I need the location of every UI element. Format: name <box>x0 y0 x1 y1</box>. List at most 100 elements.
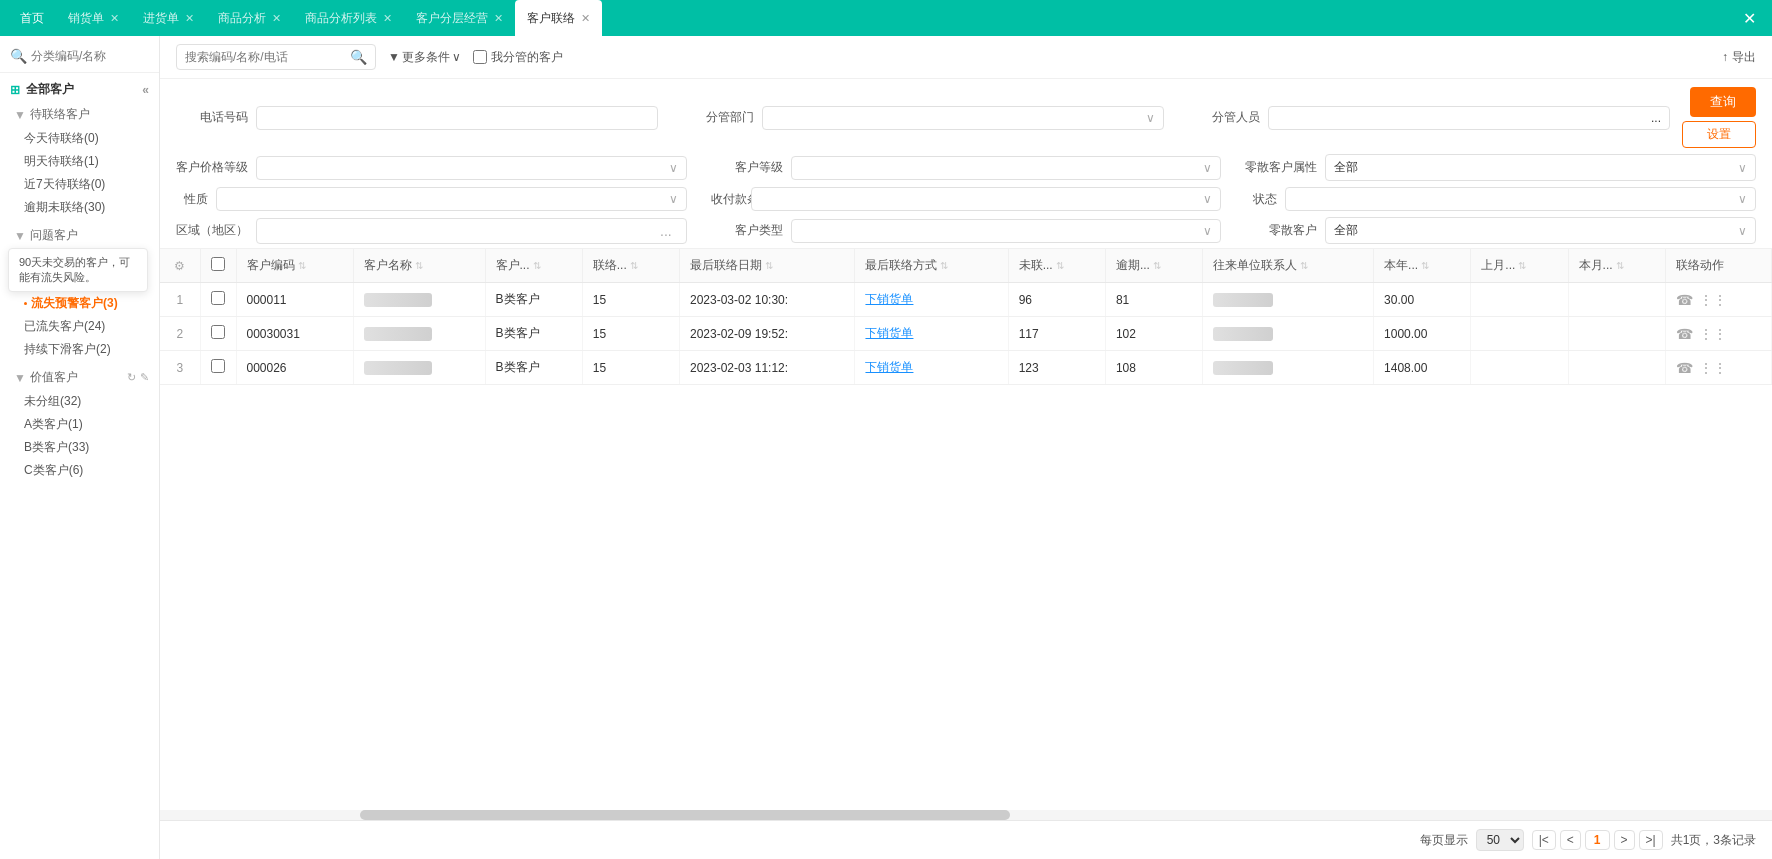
edit-icon[interactable]: ✎ <box>140 371 149 384</box>
sidebar-item-tomorrow-pending[interactable]: 明天待联络(1) <box>0 150 159 173</box>
sidebar-collapse-icon[interactable]: « <box>142 83 149 97</box>
sidebar-item-c-class[interactable]: C类客户(6) <box>0 459 159 482</box>
sidebar-item-today-pending[interactable]: 今天待联络(0) <box>0 127 159 150</box>
tab-product-list[interactable]: 商品分析列表 ✕ <box>293 0 404 36</box>
sort-contact[interactable]: 联络... ⇅ <box>593 257 669 274</box>
tab-customer-contact-close[interactable]: ✕ <box>581 12 590 25</box>
filter-customer-type-select[interactable]: ∨ <box>791 219 1222 243</box>
customer-type-dropdown-icon: ∨ <box>1203 224 1212 238</box>
horizontal-scrollbar[interactable] <box>160 810 1772 820</box>
sidebar-item-declining[interactable]: 持续下滑客户(2) <box>0 338 159 361</box>
sort-overdue[interactable]: 逾期... ⇅ <box>1116 257 1192 274</box>
tab-sales-close[interactable]: ✕ <box>110 12 119 25</box>
filter-search-icon[interactable]: 🔍 <box>350 49 367 65</box>
filter-dept-select[interactable]: ∨ <box>762 106 1164 130</box>
sort-unlink-days[interactable]: 未联... ⇅ <box>1019 257 1095 274</box>
action-icons-1: ☎ ⋮⋮ <box>1676 292 1761 308</box>
sidebar-item-a-class[interactable]: A类客户(1) <box>0 413 159 436</box>
row-method-link-2[interactable]: 下销货单 <box>865 326 913 340</box>
contact-icon-3[interactable]: ☎ <box>1676 360 1693 376</box>
tab-customer-layer[interactable]: 客户分层经营 ✕ <box>404 0 515 36</box>
filter-area-select[interactable]: ... <box>256 218 687 244</box>
prev-page-button[interactable]: < <box>1560 830 1581 850</box>
filter-nature-select[interactable]: ∨ <box>216 187 687 211</box>
export-button[interactable]: ↑ 导出 <box>1722 49 1756 66</box>
more-action-icon-2[interactable]: ⋮⋮ <box>1699 326 1727 342</box>
price-level-dropdown-icon: ∨ <box>669 161 678 175</box>
query-button[interactable]: 查询 <box>1690 87 1756 117</box>
row-checkbox-1[interactable] <box>211 291 225 305</box>
row-actions-1: ☎ ⋮⋮ <box>1665 283 1771 317</box>
tab-customer-contact[interactable]: 客户联络 ✕ <box>515 0 602 36</box>
filter-payment-field: 收付款条件 ∨ <box>711 187 1222 211</box>
page-size-select[interactable]: 50 <box>1476 829 1524 851</box>
area-dots[interactable]: ... <box>654 223 678 239</box>
sidebar-item-b-class[interactable]: B类客户(33) <box>0 436 159 459</box>
sort-last-month[interactable]: 上月... ⇅ <box>1481 257 1557 274</box>
filter-price-level-select[interactable]: ∨ <box>256 156 687 180</box>
tab-sales[interactable]: 销货单 ✕ <box>56 0 131 36</box>
sidebar-group-value-label[interactable]: ▼ 价值客户 ↻ ✎ <box>0 365 159 390</box>
sort-customer-name[interactable]: 客户名称 ⇅ <box>364 257 474 274</box>
sidebar-search-input[interactable] <box>31 49 160 63</box>
sort-contact-person[interactable]: 往来单位联系人 ⇅ <box>1213 257 1363 274</box>
next-page-button[interactable]: > <box>1614 830 1635 850</box>
contact-icon-1[interactable]: ☎ <box>1676 292 1693 308</box>
gear-settings-icon[interactable]: ⚙ <box>170 259 189 273</box>
filter-person-select[interactable]: ... <box>1268 106 1670 130</box>
sidebar-item-overdue-pending[interactable]: 逾期未联络(30) <box>0 196 159 219</box>
filter-payment-select[interactable]: ∨ <box>751 187 1222 211</box>
tab-customer-layer-close[interactable]: ✕ <box>494 12 503 25</box>
window-close-button[interactable]: ✕ <box>1735 9 1764 28</box>
filter-zero-customer-select[interactable]: 全部 ∨ <box>1325 217 1756 244</box>
sort-this-month[interactable]: 本月... ⇅ <box>1579 257 1655 274</box>
settings-button[interactable]: 设置 <box>1682 121 1756 148</box>
filter-customer-level-select[interactable]: ∨ <box>791 156 1222 180</box>
sidebar-item-ungroups[interactable]: 未分组(32) <box>0 390 159 413</box>
sidebar-group-pending-label[interactable]: ▼ 待联络客户 <box>0 102 159 127</box>
tab-purchase-close[interactable]: ✕ <box>185 12 194 25</box>
scrollbar-thumb[interactable] <box>360 810 1010 820</box>
zero-attr-value: 全部 <box>1334 159 1358 176</box>
tab-purchase[interactable]: 进货单 ✕ <box>131 0 206 36</box>
sort-last-contact-method[interactable]: 最后联络方式 ⇅ <box>865 257 997 274</box>
filter-price-level-label: 客户价格等级 <box>176 159 256 176</box>
filter-person-label: 分管人员 <box>1188 109 1268 126</box>
sort-icon-code: ⇅ <box>298 260 306 271</box>
filter-phone-input[interactable] <box>256 106 658 130</box>
last-page-button[interactable]: >| <box>1639 830 1663 850</box>
row-method-link-1[interactable]: 下销货单 <box>865 292 913 306</box>
sidebar-item-week-pending[interactable]: 近7天待联络(0) <box>0 173 159 196</box>
filter-zero-attr-select[interactable]: 全部 ∨ <box>1325 154 1756 181</box>
sort-customer-code[interactable]: 客户编码 ⇅ <box>247 257 344 274</box>
first-page-button[interactable]: |< <box>1532 830 1556 850</box>
sort-customer-type[interactable]: 客户... ⇅ <box>496 257 572 274</box>
sidebar-item-churned[interactable]: 已流失客户(24) <box>0 315 159 338</box>
filter-search-box: 🔍 <box>176 44 376 70</box>
tab-product-analysis-close[interactable]: ✕ <box>272 12 281 25</box>
my-customers-checkbox[interactable] <box>473 50 487 64</box>
row-method-link-3[interactable]: 下销货单 <box>865 360 913 374</box>
sort-last-contact-date[interactable]: 最后联络日期 ⇅ <box>690 257 844 274</box>
more-action-icon-3[interactable]: ⋮⋮ <box>1699 360 1727 376</box>
nature-dropdown-icon: ∨ <box>669 192 678 206</box>
tab-product-list-close[interactable]: ✕ <box>383 12 392 25</box>
select-all-checkbox[interactable] <box>211 257 225 271</box>
tab-home[interactable]: 首页 <box>8 0 56 36</box>
filter-search-input[interactable] <box>185 50 346 64</box>
row-checkbox-2[interactable] <box>211 325 225 339</box>
filter-more-conditions[interactable]: ▼ 更多条件 ∨ <box>388 49 461 66</box>
tab-product-analysis[interactable]: 商品分析 ✕ <box>206 0 293 36</box>
filter-status-select[interactable]: ∨ <box>1285 187 1756 211</box>
refresh-icon[interactable]: ↻ <box>127 371 136 384</box>
sidebar-group-problem-label[interactable]: ▼ 问题客户 <box>0 223 159 248</box>
sidebar-item-churn-warning[interactable]: 流失预警客户(3) <box>0 292 159 315</box>
sidebar-all-customers[interactable]: ⊞ 全部客户 « <box>0 77 159 102</box>
filter-my-customers[interactable]: 我分管的客户 <box>473 49 563 66</box>
my-customers-label: 我分管的客户 <box>491 49 563 66</box>
row-checkbox-3[interactable] <box>211 359 225 373</box>
sort-this-year[interactable]: 本年... ⇅ <box>1384 257 1460 274</box>
contact-icon-2[interactable]: ☎ <box>1676 326 1693 342</box>
person-dots[interactable]: ... <box>1651 111 1661 125</box>
more-action-icon-1[interactable]: ⋮⋮ <box>1699 292 1727 308</box>
